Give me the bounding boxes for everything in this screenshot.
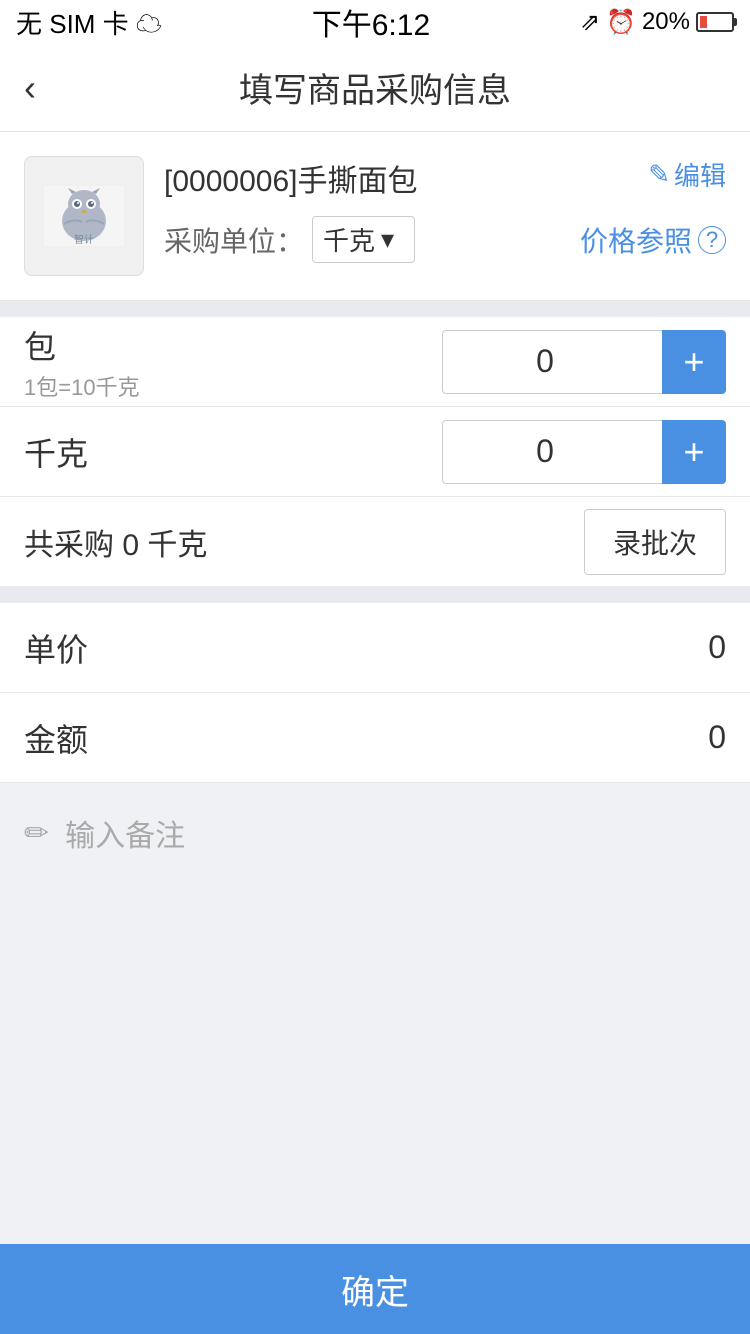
note-section[interactable]: ✏ 输入备注	[0, 783, 750, 883]
unit-price-label: 单价	[24, 625, 88, 671]
product-logo: 智计	[44, 186, 124, 246]
unit-select[interactable]: 千克 ▾	[312, 216, 415, 263]
input-section: 包 1包=10千克 + 千克 + 共采购 0 千克 录批次	[0, 317, 750, 587]
status-time: 下午6:12	[312, 0, 430, 44]
amount-label: 金额	[24, 715, 88, 761]
help-icon: ?	[698, 226, 726, 254]
kg-input-wrap: +	[144, 420, 726, 484]
product-name: [0000006]手撕面包	[164, 156, 417, 200]
amount-row: 金额 0	[0, 693, 750, 783]
edit-icon: ✎	[648, 159, 670, 190]
alarm-icon: ⏰	[606, 8, 636, 37]
kg-input[interactable]	[442, 420, 662, 484]
price-ref-button[interactable]: 价格参照 ?	[580, 220, 726, 260]
total-text: 共采购 0 千克	[24, 520, 207, 564]
status-carrier: 无 SIM 卡 ☁	[16, 4, 162, 41]
product-info: [0000006]手撕面包 ✎ 编辑 采购单位： 千克 ▾ 价格参照 ?	[164, 156, 726, 263]
package-row: 包 1包=10千克 +	[0, 317, 750, 407]
unit-price-row: 单价 0	[0, 603, 750, 693]
product-card: 智计 [0000006]手撕面包 ✎ 编辑 采购单位： 千克 ▾ 价格参照 ?	[0, 132, 750, 301]
battery-icon	[696, 12, 734, 32]
content-area	[0, 883, 750, 1163]
info-section: 单价 0 金额 0	[0, 603, 750, 783]
confirm-button[interactable]: 确定	[0, 1244, 750, 1334]
unit-price-value: 0	[708, 629, 726, 666]
total-row: 共采购 0 千克 录批次	[0, 497, 750, 587]
confirm-label: 确定	[341, 1265, 409, 1314]
package-input-wrap: +	[144, 330, 726, 394]
pencil-icon: ✏	[24, 816, 49, 851]
status-bar: 无 SIM 卡 ☁ 下午6:12 ⇗ ⏰ 20%	[0, 0, 750, 44]
dropdown-icon: ▾	[381, 224, 394, 255]
status-right-group: ⇗ ⏰ 20%	[580, 8, 734, 37]
back-button[interactable]: ‹	[24, 67, 84, 109]
unit-label: 采购单位： 千克 ▾	[164, 216, 415, 263]
section-divider-1	[0, 301, 750, 317]
kg-label: 千克	[24, 429, 144, 475]
product-image: 智计	[24, 156, 144, 276]
kg-row: 千克 +	[0, 407, 750, 497]
batch-button[interactable]: 录批次	[584, 509, 726, 575]
section-divider-2	[0, 587, 750, 603]
package-plus-button[interactable]: +	[662, 330, 726, 394]
svg-text:智计: 智计	[74, 233, 94, 246]
amount-value: 0	[708, 719, 726, 756]
nav-bar: ‹ 填写商品采购信息	[0, 44, 750, 132]
page-title: 填写商品采购信息	[239, 63, 511, 112]
edit-button[interactable]: ✎ 编辑	[648, 156, 726, 193]
package-input[interactable]	[442, 330, 662, 394]
location-icon: ⇗	[580, 8, 600, 37]
package-label: 包 1包=10千克	[24, 322, 144, 402]
battery-percent: 20%	[642, 8, 690, 36]
kg-plus-button[interactable]: +	[662, 420, 726, 484]
note-placeholder: 输入备注	[65, 811, 185, 855]
